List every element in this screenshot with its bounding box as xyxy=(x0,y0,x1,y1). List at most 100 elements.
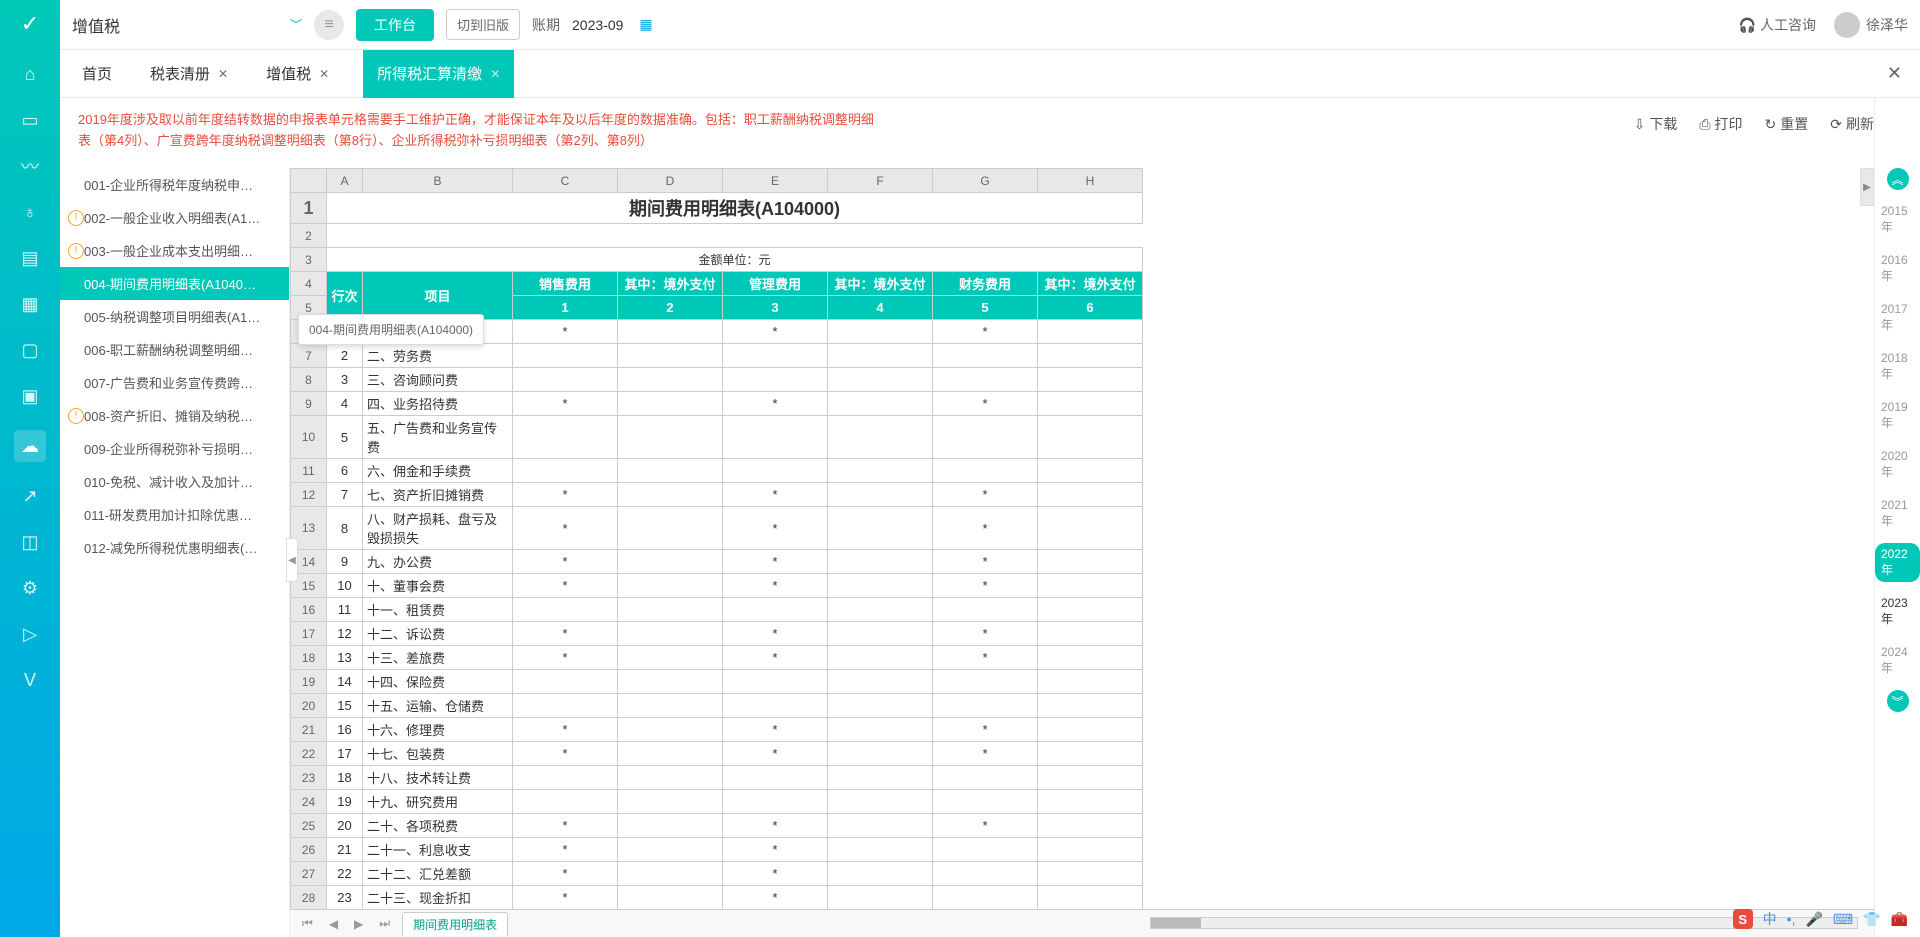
cell[interactable] xyxy=(618,550,723,574)
switch-old-button[interactable]: 切到旧版 xyxy=(446,9,520,40)
cell[interactable]: * xyxy=(723,483,828,507)
cell[interactable] xyxy=(1038,718,1143,742)
cell[interactable] xyxy=(1038,790,1143,814)
form-list-item[interactable]: 006-职工薪酬纳税调整明细… xyxy=(60,333,289,366)
cell[interactable]: * xyxy=(933,507,1038,550)
cell[interactable]: * xyxy=(513,622,618,646)
col-header[interactable]: B xyxy=(363,169,513,193)
year-down-icon[interactable]: ︾ xyxy=(1887,690,1909,712)
reset-button[interactable]: ↻ 重置 xyxy=(1765,114,1809,134)
col-header[interactable]: F xyxy=(828,169,933,193)
ime-keyboard-icon[interactable]: ⌨ xyxy=(1833,911,1853,928)
cell[interactable]: * xyxy=(513,320,618,344)
cell[interactable] xyxy=(618,483,723,507)
cell[interactable] xyxy=(933,862,1038,886)
sheet-prev-icon[interactable]: ◀ xyxy=(325,917,342,931)
close-icon[interactable]: ✕ xyxy=(490,67,500,81)
cell[interactable] xyxy=(618,320,723,344)
cell[interactable] xyxy=(1038,646,1143,670)
cell[interactable]: * xyxy=(513,742,618,766)
cell[interactable] xyxy=(513,459,618,483)
form-list-item[interactable]: 003-一般企业成本支出明细… xyxy=(60,234,289,267)
cell[interactable]: * xyxy=(723,742,828,766)
cell[interactable]: * xyxy=(723,392,828,416)
cell[interactable] xyxy=(723,694,828,718)
cell[interactable] xyxy=(828,670,933,694)
cell[interactable] xyxy=(723,368,828,392)
sheet-next-icon[interactable]: ▶ xyxy=(350,917,367,931)
tab-税表清册[interactable]: 税表清册✕ xyxy=(146,50,232,98)
user-menu[interactable]: 徐泽华 xyxy=(1834,12,1908,38)
cell[interactable] xyxy=(723,670,828,694)
sheet-tab[interactable]: 期间费用明细表 xyxy=(402,912,508,936)
cell[interactable] xyxy=(618,646,723,670)
year-2019年[interactable]: 2019年 xyxy=(1875,396,1920,435)
cell[interactable] xyxy=(1038,459,1143,483)
sheet-first-icon[interactable]: ⏮ xyxy=(298,916,317,931)
cell[interactable] xyxy=(618,814,723,838)
support-link[interactable]: 🎧 人工咨询 xyxy=(1739,15,1816,35)
cell[interactable]: * xyxy=(723,718,828,742)
cell[interactable] xyxy=(618,344,723,368)
cell[interactable]: * xyxy=(723,320,828,344)
cell[interactable] xyxy=(618,574,723,598)
cell[interactable] xyxy=(828,838,933,862)
cell[interactable] xyxy=(618,670,723,694)
cell[interactable] xyxy=(933,598,1038,622)
cell[interactable] xyxy=(828,344,933,368)
cell[interactable] xyxy=(933,838,1038,862)
cell[interactable] xyxy=(933,766,1038,790)
cell[interactable] xyxy=(513,670,618,694)
download-button[interactable]: ⇩ 下载 xyxy=(1634,114,1678,134)
cell[interactable] xyxy=(1038,483,1143,507)
ime-skin-icon[interactable]: 👕 xyxy=(1863,911,1880,928)
gear-icon[interactable]: ⚙ xyxy=(18,576,42,600)
cell[interactable] xyxy=(933,886,1038,910)
form-list-item[interactable]: 012-减免所得税优惠明细表(… xyxy=(60,531,289,564)
bag-icon[interactable]: ♁ xyxy=(18,200,42,224)
cell[interactable] xyxy=(1038,598,1143,622)
cell[interactable] xyxy=(828,416,933,459)
cell[interactable]: * xyxy=(513,718,618,742)
chart-icon[interactable]: 〰 xyxy=(18,154,42,178)
cell[interactable] xyxy=(1038,392,1143,416)
cell[interactable]: * xyxy=(513,550,618,574)
year-2021年[interactable]: 2021年 xyxy=(1875,494,1920,533)
form-list-item[interactable]: 008-资产折旧、摊销及纳税… xyxy=(60,399,289,432)
cell[interactable] xyxy=(1038,670,1143,694)
cell[interactable]: * xyxy=(513,483,618,507)
form-list-item[interactable]: 009-企业所得税弥补亏损明… xyxy=(60,432,289,465)
col-header[interactable]: E xyxy=(723,169,828,193)
clipboard-icon[interactable]: ▤ xyxy=(18,246,42,270)
expand-right-icon[interactable]: ▶ xyxy=(1860,168,1874,206)
home-icon[interactable]: ⌂ xyxy=(18,62,42,86)
cell[interactable]: * xyxy=(723,622,828,646)
ime-toolbox-icon[interactable]: 🧰 xyxy=(1891,911,1908,928)
form-list-item[interactable]: 007-广告费和业务宣传费跨… xyxy=(60,366,289,399)
cell[interactable] xyxy=(828,862,933,886)
close-all-tabs-icon[interactable]: ✕ xyxy=(1887,63,1902,84)
cell[interactable] xyxy=(513,598,618,622)
play-icon[interactable]: ▷ xyxy=(18,622,42,646)
cell[interactable] xyxy=(513,790,618,814)
cell[interactable] xyxy=(618,598,723,622)
cell[interactable] xyxy=(618,507,723,550)
cell[interactable] xyxy=(618,459,723,483)
cell[interactable] xyxy=(618,718,723,742)
cell[interactable] xyxy=(1038,416,1143,459)
cal-icon[interactable]: ▣ xyxy=(18,384,42,408)
cell[interactable] xyxy=(1038,550,1143,574)
cell[interactable] xyxy=(723,459,828,483)
cell[interactable]: * xyxy=(513,392,618,416)
year-2015年[interactable]: 2015年 xyxy=(1875,200,1920,239)
cell[interactable] xyxy=(513,766,618,790)
cell[interactable]: * xyxy=(933,646,1038,670)
cell[interactable] xyxy=(828,507,933,550)
cell[interactable] xyxy=(618,862,723,886)
cell[interactable] xyxy=(1038,320,1143,344)
cell[interactable] xyxy=(618,416,723,459)
form-list-item[interactable]: 011-研发费用加计扣除优惠… xyxy=(60,498,289,531)
cell[interactable] xyxy=(618,392,723,416)
cell[interactable] xyxy=(1038,507,1143,550)
cell[interactable] xyxy=(618,838,723,862)
